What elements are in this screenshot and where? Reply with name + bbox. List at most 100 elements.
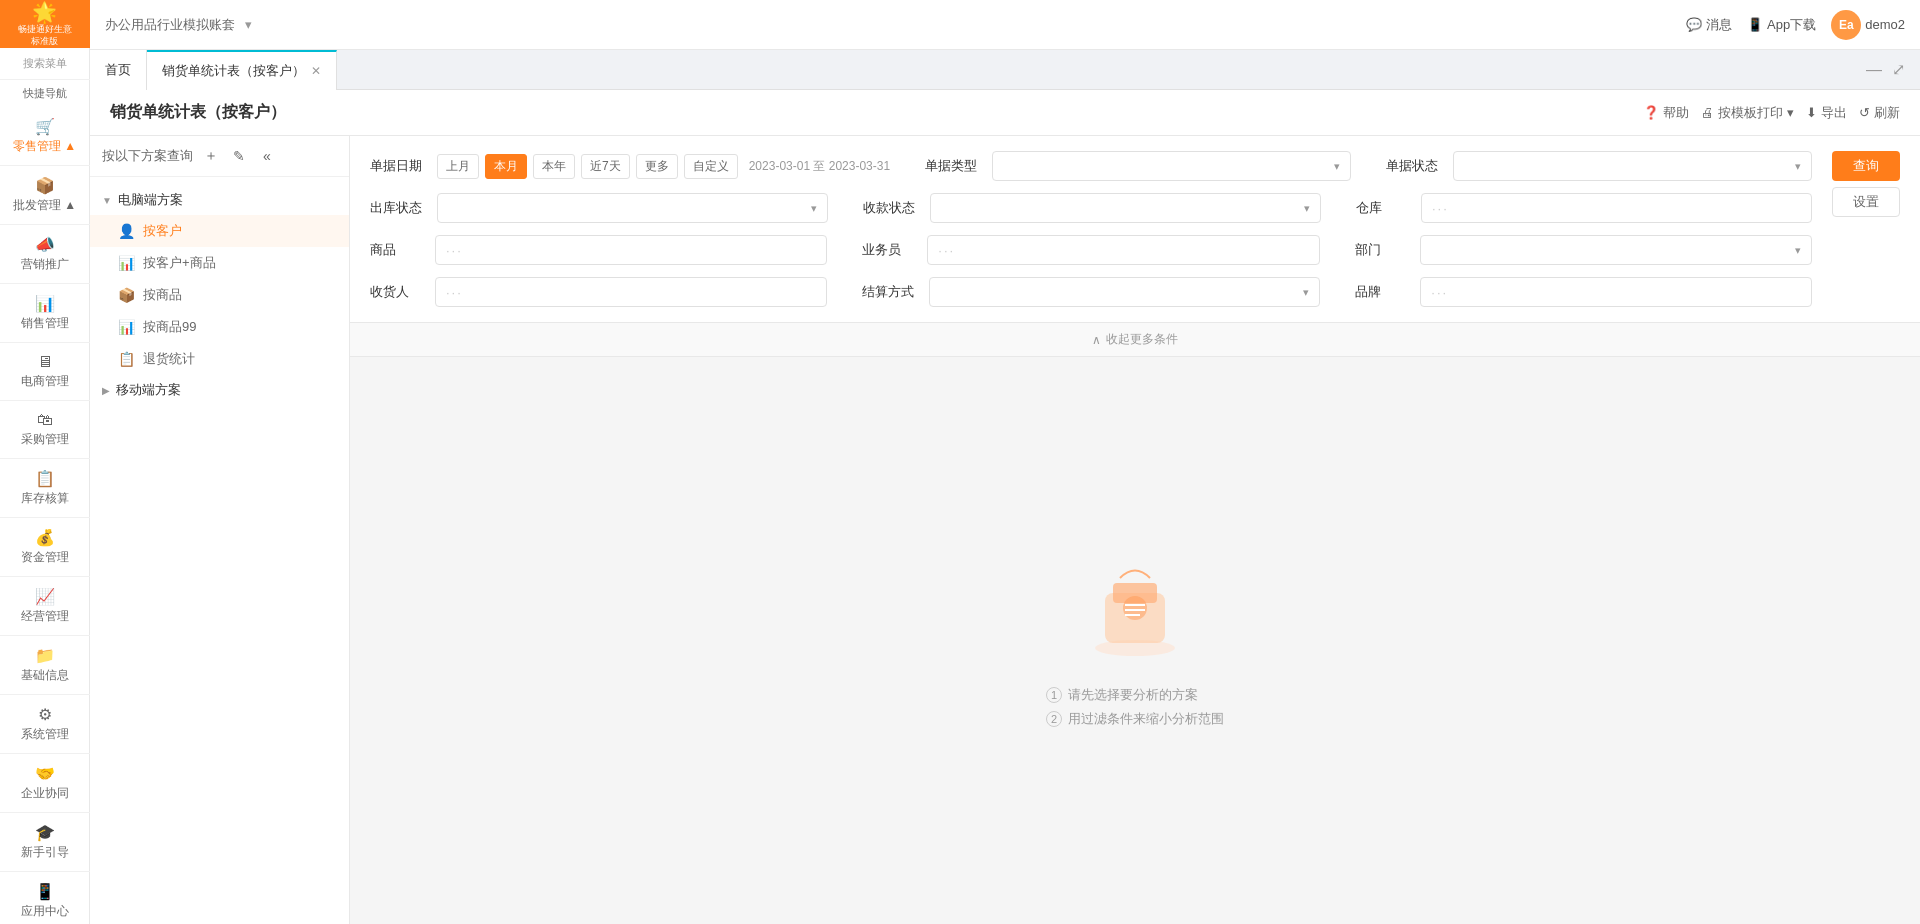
tab-actions: — ⤢ [1866, 60, 1920, 79]
wholesale-icon: 📦 [5, 176, 85, 195]
sales-label: 销售管理 [5, 315, 85, 332]
page-content: 销货单统计表（按客户） ❓ 帮助 🖨 按模板打印 ▾ ⬇ 导出 ↺ 刷新 [90, 90, 1920, 924]
goods-input[interactable]: ··· [435, 235, 827, 265]
quick-nav-label[interactable]: 快捷导航 [0, 80, 90, 107]
marketing-icon: 📣 [5, 235, 85, 254]
sidebar-item-system[interactable]: ⚙ 系统管理 [0, 695, 90, 754]
collapse-bar[interactable]: ∧ 收起更多条件 [350, 323, 1920, 357]
message-btn[interactable]: 💬 消息 [1686, 16, 1732, 34]
goods-dots: ··· [446, 243, 463, 258]
query-button[interactable]: 查询 [1832, 151, 1900, 181]
export-icon: ⬇ [1806, 105, 1817, 120]
scheme-category-mobile[interactable]: ▶ 移动端方案 [90, 375, 349, 405]
mobile-category-label: 移动端方案 [116, 381, 181, 399]
basic-icon: 📁 [5, 646, 85, 665]
wholesale-label: 批发管理 ▲ [5, 197, 85, 214]
tab-maximize-btn[interactable]: ⤢ [1892, 60, 1905, 79]
scheme-item-by-customer[interactable]: 👤 按客户 [90, 215, 349, 247]
tab-minimize-btn[interactable]: — [1866, 61, 1882, 79]
date-btn-last-month[interactable]: 上月 [437, 154, 479, 179]
sidebar-item-enterprise[interactable]: 🤝 企业协同 [0, 754, 90, 813]
template-print-label: 按模板打印 [1718, 104, 1783, 122]
date-buttons-group: 上月 本月 本年 近7天 更多 自定义 2023-03-01 至 2023-03… [437, 154, 890, 179]
sidebar-item-operations[interactable]: 📈 经营管理 [0, 577, 90, 636]
out-status-select[interactable]: ▾ [437, 193, 828, 223]
search-menu-label[interactable]: 搜索菜单 [0, 48, 90, 80]
out-status-label: 出库状态 [370, 199, 422, 217]
enterprise-label: 企业协同 [5, 785, 85, 802]
message-icon: 💬 [1686, 17, 1702, 32]
brand-input[interactable]: ··· [1420, 277, 1812, 307]
template-print-btn[interactable]: 🖨 按模板打印 ▾ [1701, 104, 1794, 122]
add-scheme-btn[interactable]: ＋ [201, 146, 221, 166]
date-btn-custom[interactable]: 自定义 [684, 154, 738, 179]
ecommerce-label: 电商管理 [5, 373, 85, 390]
settlement-select[interactable]: ▾ [929, 277, 1321, 307]
date-filter-label: 单据日期 [370, 157, 422, 175]
page-actions: ❓ 帮助 🖨 按模板打印 ▾ ⬇ 导出 ↺ 刷新 [1643, 104, 1900, 122]
return-icon: 📋 [118, 351, 135, 367]
out-status-filter-row: 出库状态 ▾ 收款状态 ▾ 仓库 [370, 193, 1812, 223]
tab-close-btn[interactable]: ✕ [311, 64, 321, 78]
finance-label: 资金管理 [5, 549, 85, 566]
scheme-category-desktop[interactable]: ▼ 电脑端方案 [90, 185, 349, 215]
sidebar-item-retail[interactable]: 🛒 零售管理 ▲ [0, 107, 90, 166]
sidebar-item-wholesale[interactable]: 📦 批发管理 ▲ [0, 166, 90, 225]
app-download-btn[interactable]: 📱 App下载 [1747, 16, 1816, 34]
doc-type-select[interactable]: ▾ [992, 151, 1351, 181]
sidebar-item-appstore[interactable]: 📱 应用中心 [0, 872, 90, 924]
setting-button[interactable]: 设置 [1832, 187, 1900, 217]
marketing-label: 营销推广 [5, 256, 85, 273]
tab-sales-stats[interactable]: 销货单统计表（按客户） ✕ [147, 50, 337, 90]
date-btn-more[interactable]: 更多 [636, 154, 678, 179]
scheme-section: ▼ 电脑端方案 👤 按客户 📊 按客户+商品 📦 按商品 [90, 177, 349, 413]
sidebar-item-newbie[interactable]: 🎓 新手引导 [0, 813, 90, 872]
salesperson-input[interactable]: ··· [927, 235, 1319, 265]
warehouse-input[interactable]: ··· [1421, 193, 1812, 223]
sidebar-item-finance[interactable]: 💰 资金管理 [0, 518, 90, 577]
goods-filter-row: 商品 ··· 业务员 ··· 部门 [370, 235, 1812, 265]
date-btn-this-month[interactable]: 本月 [485, 154, 527, 179]
payment-status-label: 收款状态 [863, 199, 915, 217]
sidebar-item-ecommerce[interactable]: 🖥 电商管理 [0, 343, 90, 401]
user-menu[interactable]: Ea demo2 [1831, 10, 1905, 40]
payment-status-select[interactable]: ▾ [930, 193, 1321, 223]
sidebar: 🌟 畅捷通好生意 标准版 搜索菜单 快捷导航 🛒 零售管理 ▲ 📦 批发管理 ▲… [0, 0, 90, 924]
tab-sales-stats-label: 销货单统计表（按客户） [162, 62, 305, 80]
scheme-item-by-goods[interactable]: 📦 按商品 [90, 279, 349, 311]
doc-status-label: 单据状态 [1386, 157, 1438, 175]
goods-label: 商品 [370, 241, 420, 259]
desktop-arrow-icon: ▼ [102, 195, 112, 206]
sidebar-item-basic[interactable]: 📁 基础信息 [0, 636, 90, 695]
top-header: 办公用品行业模拟账套 ▾ 💬 消息 📱 App下载 Ea demo2 [90, 0, 1920, 50]
warehouse-dots: ··· [1432, 201, 1449, 216]
edit-scheme-btn[interactable]: ✎ [229, 146, 249, 166]
sidebar-item-marketing[interactable]: 📣 营销推广 [0, 225, 90, 284]
recipient-input[interactable]: ··· [435, 277, 827, 307]
refresh-btn[interactable]: ↺ 刷新 [1859, 104, 1900, 122]
left-panel-title: 按以下方案查询 [102, 147, 193, 165]
brand-label: 品牌 [1355, 283, 1405, 301]
avatar: Ea [1831, 10, 1861, 40]
department-select[interactable]: ▾ [1420, 235, 1812, 265]
scheme-item-return-stats[interactable]: 📋 退货统计 [90, 343, 349, 375]
department-label: 部门 [1355, 241, 1405, 259]
help-btn[interactable]: ❓ 帮助 [1643, 104, 1689, 122]
date-btn-7days[interactable]: 近7天 [581, 154, 630, 179]
scheme-item-by-goods-99[interactable]: 📊 按商品99 [90, 311, 349, 343]
left-panel: 按以下方案查询 ＋ ✎ « ▼ 电脑端方案 👤 按客户 [90, 136, 350, 924]
collapse-label: 收起更多条件 [1106, 331, 1178, 348]
doc-status-select[interactable]: ▾ [1453, 151, 1812, 181]
sidebar-item-sales[interactable]: 📊 销售管理 [0, 284, 90, 343]
date-btn-this-year[interactable]: 本年 [533, 154, 575, 179]
scheme-item-by-customer-goods[interactable]: 📊 按客户+商品 [90, 247, 349, 279]
sidebar-item-inventory[interactable]: 📋 库存核算 [0, 459, 90, 518]
export-btn[interactable]: ⬇ 导出 [1806, 104, 1847, 122]
ecommerce-icon: 🖥 [5, 353, 85, 371]
tab-home[interactable]: 首页 [90, 50, 147, 90]
sidebar-item-purchase[interactable]: 🛍 采购管理 [0, 401, 90, 459]
collapse-panel-btn[interactable]: « [257, 146, 277, 166]
mobile-arrow-icon: ▶ [102, 385, 110, 396]
inventory-icon: 📋 [5, 469, 85, 488]
recipient-label: 收货人 [370, 283, 420, 301]
